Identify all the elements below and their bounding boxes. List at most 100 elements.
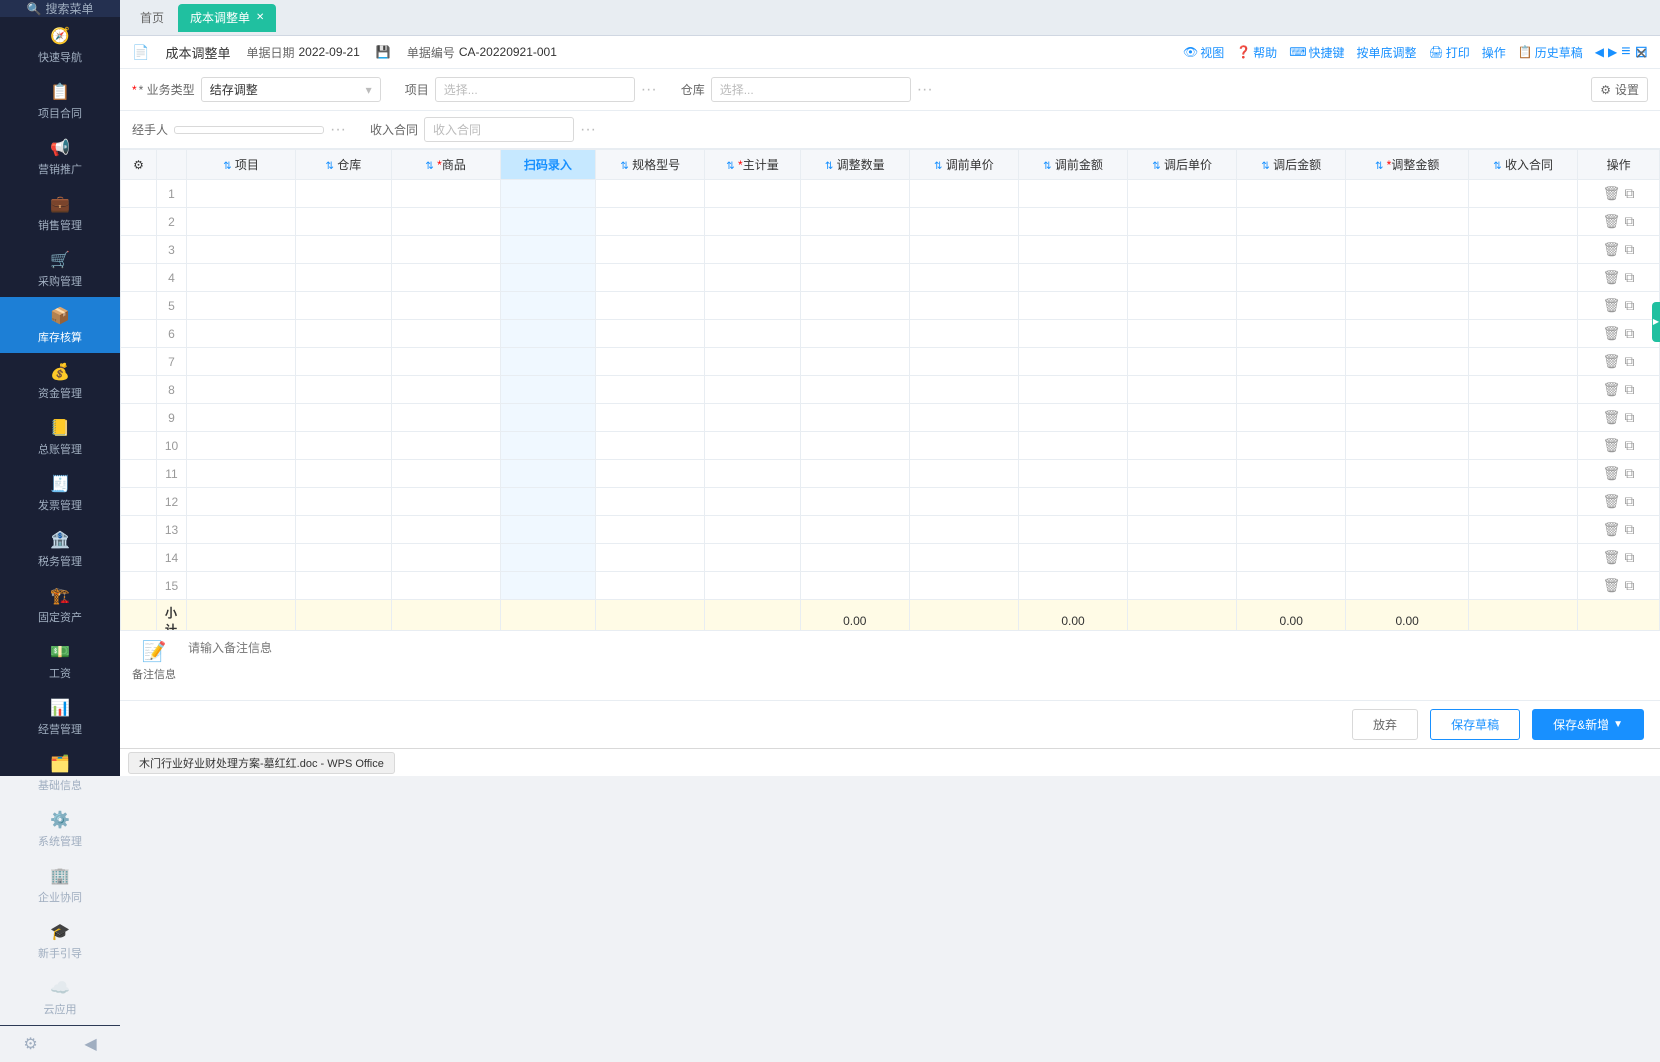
save-icon[interactable]: 💾 — [376, 45, 391, 59]
row-qty-cell[interactable] — [800, 544, 909, 572]
row-before-amount-cell[interactable] — [1018, 516, 1127, 544]
row-after-amount-cell[interactable] — [1237, 292, 1346, 320]
row-before-amount-cell[interactable] — [1018, 432, 1127, 460]
sidebar-item-ops-mgmt[interactable]: 📊 经营管理 — [0, 689, 120, 745]
row-income-cell[interactable] — [1469, 404, 1578, 432]
row-spec-cell[interactable] — [596, 544, 705, 572]
row-copy-btn[interactable]: ⧉ — [1624, 297, 1634, 314]
row-after-amount-cell[interactable] — [1237, 572, 1346, 600]
sidebar-item-capital-mgmt[interactable]: 💰 资金管理 — [0, 353, 120, 409]
taskbar-item[interactable]: 木门行业好业财处理方案-墓红红.doc - WPS Office — [128, 752, 395, 774]
project-select[interactable]: 选择... — [435, 77, 635, 102]
row-scan-cell[interactable] — [500, 460, 595, 488]
row-copy-btn[interactable]: ⧉ — [1624, 241, 1634, 258]
row-scan-cell[interactable] — [500, 544, 595, 572]
col-header-warehouse[interactable]: ⇅ 仓库 — [296, 150, 391, 180]
row-after-price-cell[interactable] — [1128, 572, 1237, 600]
row-income-cell[interactable] — [1469, 376, 1578, 404]
row-after-amount-cell[interactable] — [1237, 404, 1346, 432]
row-adjust-amount-cell[interactable] — [1346, 544, 1469, 572]
view-btn[interactable]: 👁 视图 — [1183, 44, 1224, 61]
row-income-cell[interactable] — [1469, 292, 1578, 320]
row-after-amount-cell[interactable] — [1237, 320, 1346, 348]
warehouse-dots[interactable]: ··· — [917, 81, 933, 99]
row-adjust-amount-cell[interactable] — [1346, 236, 1469, 264]
row-adjust-amount-cell[interactable] — [1346, 376, 1469, 404]
row-product-cell[interactable] — [391, 236, 500, 264]
row-scan-cell[interactable] — [500, 572, 595, 600]
business-type-select[interactable]: 结存调整 ▾ — [201, 77, 381, 102]
window-close-btn[interactable]: ✕ — [1635, 44, 1648, 64]
col-header-before-price[interactable]: ⇅ 调前单价 — [909, 150, 1018, 180]
col-header-after-amount[interactable]: ⇅ 调后金额 — [1237, 150, 1346, 180]
row-copy-btn[interactable]: ⧉ — [1624, 549, 1634, 566]
row-unit-cell[interactable] — [705, 264, 800, 292]
row-qty-cell[interactable] — [800, 180, 909, 208]
row-copy-btn[interactable]: ⧉ — [1624, 409, 1634, 426]
row-after-price-cell[interactable] — [1128, 516, 1237, 544]
col-header-before-amount[interactable]: ⇅ 调前金额 — [1018, 150, 1127, 180]
row-income-cell[interactable] — [1469, 488, 1578, 516]
nav-next-btn[interactable]: ▶ — [1608, 45, 1617, 59]
row-scan-cell[interactable] — [500, 208, 595, 236]
row-unit-cell[interactable] — [705, 208, 800, 236]
row-warehouse-cell[interactable] — [296, 292, 391, 320]
row-before-price-cell[interactable] — [909, 376, 1018, 404]
row-project-cell[interactable] — [187, 488, 296, 516]
shortcut-btn[interactable]: ⌨ 快捷键 — [1289, 44, 1344, 61]
col-header-qty[interactable]: ⇅ 调整数量 — [800, 150, 909, 180]
row-product-cell[interactable] — [391, 180, 500, 208]
row-delete-btn[interactable]: 🗑 — [1603, 437, 1621, 454]
row-qty-cell[interactable] — [800, 320, 909, 348]
row-unit-cell[interactable] — [705, 516, 800, 544]
tab-close-btn[interactable]: ✕ — [256, 12, 264, 23]
row-before-price-cell[interactable] — [909, 432, 1018, 460]
row-scan-cell[interactable] — [500, 404, 595, 432]
sidebar-toggle-btn[interactable]: ◀ — [84, 1034, 96, 1054]
row-spec-cell[interactable] — [596, 348, 705, 376]
row-copy-btn[interactable]: ⧉ — [1624, 325, 1634, 342]
row-unit-cell[interactable] — [705, 544, 800, 572]
row-project-cell[interactable] — [187, 180, 296, 208]
row-before-price-cell[interactable] — [909, 572, 1018, 600]
row-adjust-amount-cell[interactable] — [1346, 320, 1469, 348]
row-copy-btn[interactable]: ⧉ — [1624, 353, 1634, 370]
row-qty-cell[interactable] — [800, 488, 909, 516]
col-header-income[interactable]: ⇅ 收入合同 — [1469, 150, 1578, 180]
row-scan-cell[interactable] — [500, 236, 595, 264]
col-header-settings[interactable]: ⚙ — [121, 150, 157, 180]
row-copy-btn[interactable]: ⧉ — [1624, 185, 1634, 202]
income-contract-dots[interactable]: ··· — [580, 121, 596, 139]
row-after-price-cell[interactable] — [1128, 432, 1237, 460]
row-product-cell[interactable] — [391, 516, 500, 544]
row-before-price-cell[interactable] — [909, 488, 1018, 516]
row-spec-cell[interactable] — [596, 460, 705, 488]
list-view-btn1[interactable]: ≡ — [1621, 43, 1630, 61]
row-delete-btn[interactable]: 🗑 — [1603, 521, 1621, 538]
sidebar-item-ledger-mgmt[interactable]: 📒 总账管理 — [0, 409, 120, 465]
row-after-price-cell[interactable] — [1128, 292, 1237, 320]
row-after-price-cell[interactable] — [1128, 348, 1237, 376]
row-unit-cell[interactable] — [705, 432, 800, 460]
row-unit-cell[interactable] — [705, 460, 800, 488]
settings-button[interactable]: ⚙ 设置 — [1591, 77, 1648, 102]
row-project-cell[interactable] — [187, 544, 296, 572]
row-before-price-cell[interactable] — [909, 348, 1018, 376]
row-warehouse-cell[interactable] — [296, 376, 391, 404]
sidebar-item-fixed-assets[interactable]: 🏗️ 固定资产 — [0, 577, 120, 633]
row-income-cell[interactable] — [1469, 264, 1578, 292]
row-product-cell[interactable] — [391, 264, 500, 292]
row-after-amount-cell[interactable] — [1237, 376, 1346, 404]
sidebar-item-payroll[interactable]: 💵 工资 — [0, 633, 120, 689]
row-unit-cell[interactable] — [705, 236, 800, 264]
row-scan-cell[interactable] — [500, 488, 595, 516]
row-warehouse-cell[interactable] — [296, 404, 391, 432]
row-adjust-amount-cell[interactable] — [1346, 348, 1469, 376]
row-copy-btn[interactable]: ⧉ — [1624, 269, 1634, 286]
row-warehouse-cell[interactable] — [296, 432, 391, 460]
row-after-amount-cell[interactable] — [1237, 208, 1346, 236]
row-project-cell[interactable] — [187, 264, 296, 292]
sidebar-item-inventory[interactable]: 📦 库存核算 — [0, 297, 120, 353]
sidebar-settings-btn[interactable]: ⚙ — [23, 1034, 37, 1054]
row-project-cell[interactable] — [187, 208, 296, 236]
